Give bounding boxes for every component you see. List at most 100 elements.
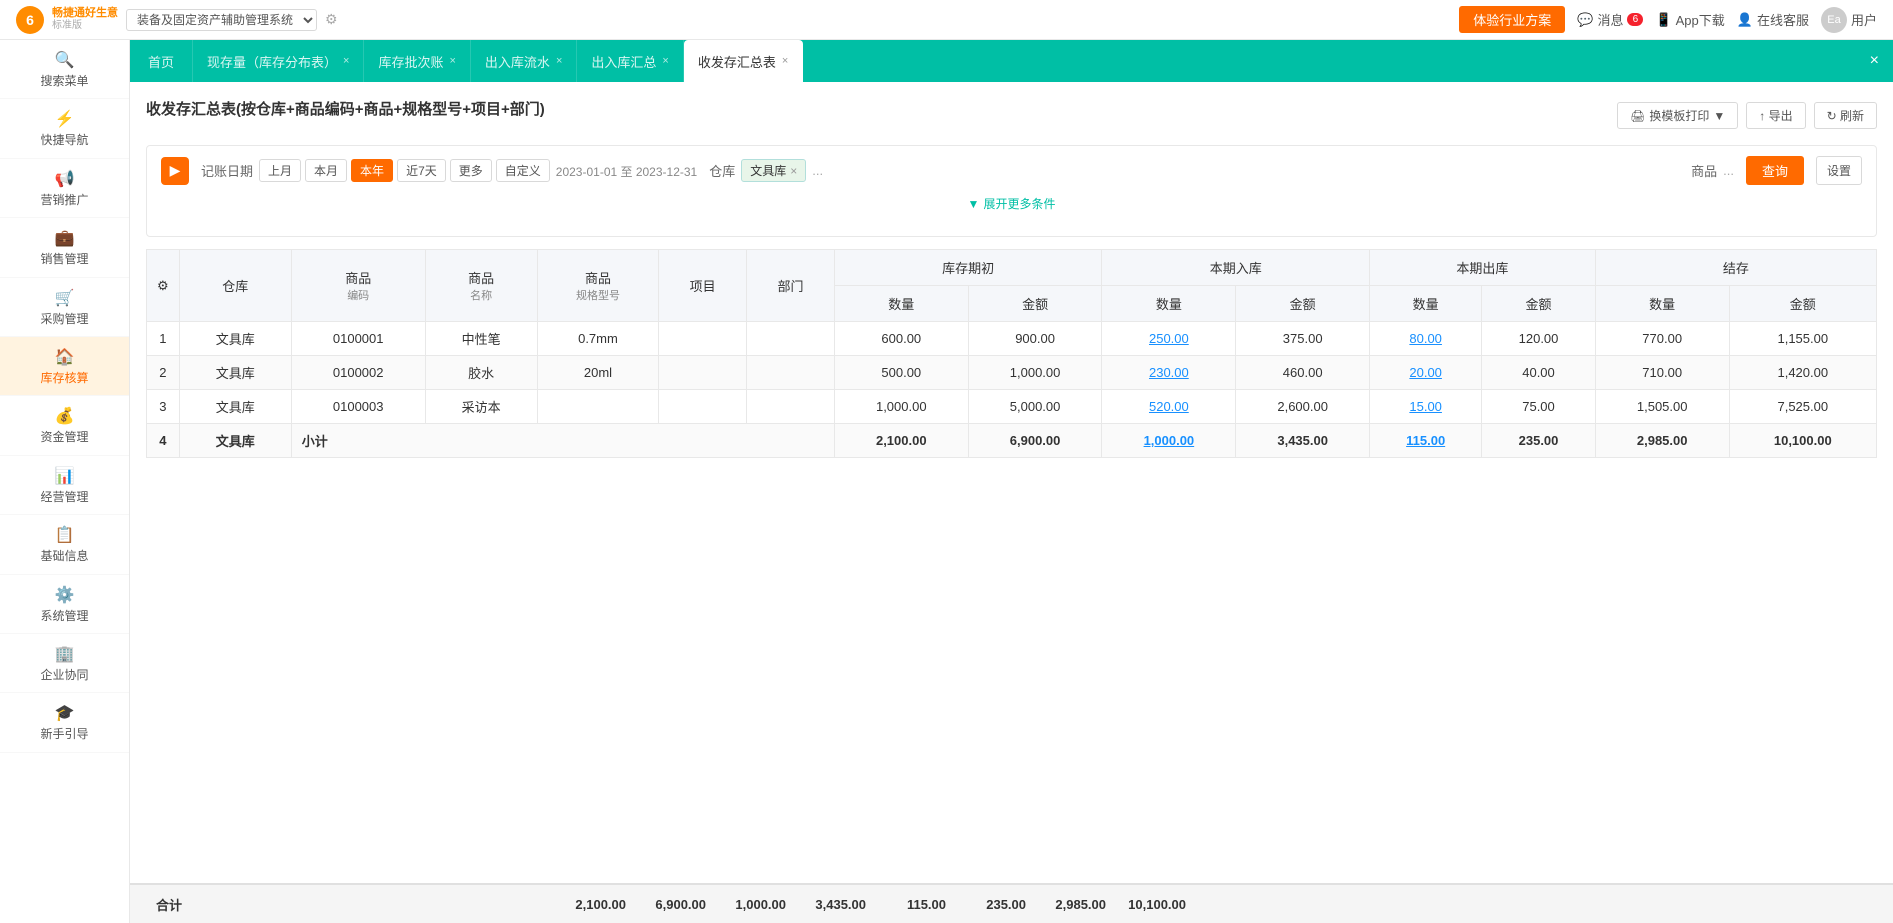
subtotal-out-amt: 235.00 [1482, 424, 1596, 458]
filter-toggle-btn[interactable]: ▶ [161, 157, 189, 185]
tab-recv-send-summary[interactable]: 收发存汇总表 × [684, 40, 803, 82]
tab-in-out-summary-close[interactable]: × [662, 55, 668, 67]
tab-in-out-flow[interactable]: 出入库流水 × [471, 40, 577, 82]
trial-btn[interactable]: 体验行业方案 [1459, 6, 1565, 33]
expand-conditions-btn[interactable]: ▼ 展开更多条件 [968, 195, 1056, 212]
tab-home[interactable]: 首页 [130, 40, 193, 82]
tab-in-out-flow-close[interactable]: × [556, 55, 562, 67]
sidebar-item-quicknav[interactable]: ⚡ 快捷导航 [0, 99, 129, 158]
tab-in-out-summary[interactable]: 出入库汇总 × [577, 40, 683, 82]
online-service-item[interactable]: 👤 在线客服 [1737, 10, 1809, 29]
cell-warehouse: 文具库 [179, 390, 291, 424]
cell-out-qty[interactable]: 80.00 [1370, 322, 1482, 356]
goods-filter: 商品 ... [1691, 161, 1734, 180]
sidebar-item-inventory[interactable]: 🏠 库存核算 [0, 337, 129, 396]
print-btn[interactable]: 🖨 换模板打印 ▼ [1617, 102, 1738, 129]
date-btn-this-year[interactable]: 本年 [351, 159, 393, 182]
tab-stock-dist-close[interactable]: × [343, 55, 349, 67]
sys-title-section: 6 畅捷通好生意 标准版 装备及固定资产辅助管理系统 ⚙ [16, 6, 338, 34]
date-btn-last-7[interactable]: 近7天 [397, 159, 446, 182]
sidebar-item-finance[interactable]: 💰 资金管理 [0, 396, 129, 455]
sidebar-item-enterprise[interactable]: 🏢 企业协同 [0, 634, 129, 693]
th-in-qty: 数量 [1102, 286, 1236, 322]
download-icon: 📱 [1655, 12, 1671, 28]
date-btn-custom[interactable]: 自定义 [496, 159, 550, 182]
cell-in-qty[interactable]: 250.00 [1102, 322, 1236, 356]
inventory-icon: 🏠 [55, 347, 75, 367]
table-row: 2 文具库 0100002 胶水 20ml 500.00 1,000.00 23… [147, 356, 1877, 390]
cell-goods-code: 0100001 [291, 322, 425, 356]
cell-in-qty[interactable]: 230.00 [1102, 356, 1236, 390]
tab-batch-accounts[interactable]: 库存批次账 × [364, 40, 470, 82]
footer-opening-amt: 6,900.00 [626, 897, 706, 912]
sidebar-item-basic[interactable]: 📋 基础信息 [0, 515, 129, 574]
th-period-out: 本期出库 [1370, 250, 1596, 286]
message-icon: 💬 [1577, 12, 1593, 28]
cell-opening-amt: 1,000.00 [968, 356, 1102, 390]
export-btn[interactable]: ↑ 导出 [1746, 102, 1805, 129]
warehouse-filter-dots[interactable]: ... [812, 163, 823, 178]
cell-goods-code: 0100002 [291, 356, 425, 390]
sidebar-label-newbie: 新手引导 [40, 727, 88, 741]
sidebar-label-quicknav: 快捷导航 [40, 133, 88, 147]
sidebar-item-purchase[interactable]: 🛒 采购管理 [0, 278, 129, 337]
tab-batch-accounts-close[interactable]: × [449, 55, 455, 67]
cell-no: 1 [147, 322, 180, 356]
tab-stock-dist[interactable]: 现存量（库存分布表） × [193, 40, 364, 82]
goods-label: 商品 [1691, 161, 1717, 180]
tab-in-out-flow-label: 出入库流水 [485, 52, 550, 71]
sidebar-item-marketing[interactable]: 📢 营销推广 [0, 159, 129, 218]
warehouse-tag-close[interactable]: × [790, 164, 797, 178]
subtotal-balance-amt: 10,100.00 [1729, 424, 1876, 458]
user-label: 用户 [1851, 10, 1877, 29]
filter-section: ▶ 记账日期 上月 本月 本年 近7天 更多 自定义 [146, 145, 1877, 237]
footer-bar: 合计 2,100.00 6,900.00 1,000.00 3,435.00 1… [130, 883, 1893, 923]
expand-icon: ▼ [968, 197, 980, 211]
warehouse-tag-label: 文具库 [750, 162, 786, 179]
sidebar-item-operation[interactable]: 📊 经营管理 [0, 456, 129, 515]
tab-recv-send-summary-label: 收发存汇总表 [698, 52, 776, 71]
date-filter-group: 记账日期 上月 本月 本年 近7天 更多 自定义 2023-01-01 至 20… [201, 159, 697, 182]
subtotal-in-qty[interactable]: 1,000.00 [1102, 424, 1236, 458]
cell-opening-amt: 5,000.00 [968, 390, 1102, 424]
subtotal-out-qty[interactable]: 115.00 [1370, 424, 1482, 458]
refresh-btn[interactable]: ↻ 刷新 [1814, 102, 1877, 129]
system-icon: ⚙️ [55, 585, 75, 605]
sidebar-label-basic: 基础信息 [40, 549, 88, 563]
cell-goods-spec: 20ml [537, 356, 658, 390]
cell-in-qty[interactable]: 520.00 [1102, 390, 1236, 424]
header-right: 体验行业方案 💬 消息 6 📱 App下载 👤 在线客服 Ea 用户 [1459, 6, 1877, 33]
cell-out-qty[interactable]: 15.00 [1370, 390, 1482, 424]
goods-filter-dots[interactable]: ... [1723, 163, 1734, 178]
tab-bar-close-btn[interactable]: × [1856, 52, 1893, 70]
cell-goods-code: 0100003 [291, 390, 425, 424]
th-opening-stock: 库存期初 [834, 250, 1102, 286]
app-download-item[interactable]: 📱 App下载 [1655, 10, 1724, 29]
cell-out-qty[interactable]: 20.00 [1370, 356, 1482, 390]
sidebar-item-newbie[interactable]: 🎓 新手引导 [0, 693, 129, 752]
sidebar-item-search[interactable]: 🔍 搜索菜单 [0, 40, 129, 99]
date-btn-last-month[interactable]: 上月 [259, 159, 301, 182]
date-btn-more[interactable]: 更多 [450, 159, 492, 182]
cell-in-amt: 2,600.00 [1236, 390, 1370, 424]
expand-row: ▼ 展开更多条件 [161, 185, 1862, 226]
print-dropdown-icon: ▼ [1713, 109, 1725, 123]
message-item[interactable]: 💬 消息 6 [1577, 10, 1643, 29]
sidebar-item-sales[interactable]: 💼 销售管理 [0, 218, 129, 277]
footer-opening-qty: 2,100.00 [546, 897, 626, 912]
subtotal-no: 4 [147, 424, 180, 458]
system-selector[interactable]: 装备及固定资产辅助管理系统 [126, 9, 317, 31]
query-btn[interactable]: 查询 [1746, 156, 1804, 185]
date-btn-this-month[interactable]: 本月 [305, 159, 347, 182]
sidebar-label-marketing: 营销推广 [40, 193, 88, 207]
subtotal-opening-qty: 2,100.00 [834, 424, 968, 458]
settings-icon[interactable]: ⚙ [325, 11, 338, 28]
cell-no: 3 [147, 390, 180, 424]
sales-icon: 💼 [55, 228, 75, 248]
settings-btn[interactable]: 设置 [1816, 156, 1862, 185]
tab-recv-send-summary-close[interactable]: × [782, 55, 788, 67]
user-item[interactable]: Ea 用户 [1821, 7, 1877, 33]
sidebar-item-system[interactable]: ⚙️ 系统管理 [0, 575, 129, 634]
sidebar-label-search: 搜索菜单 [40, 74, 88, 88]
subtotal-label: 小计 [291, 424, 834, 458]
